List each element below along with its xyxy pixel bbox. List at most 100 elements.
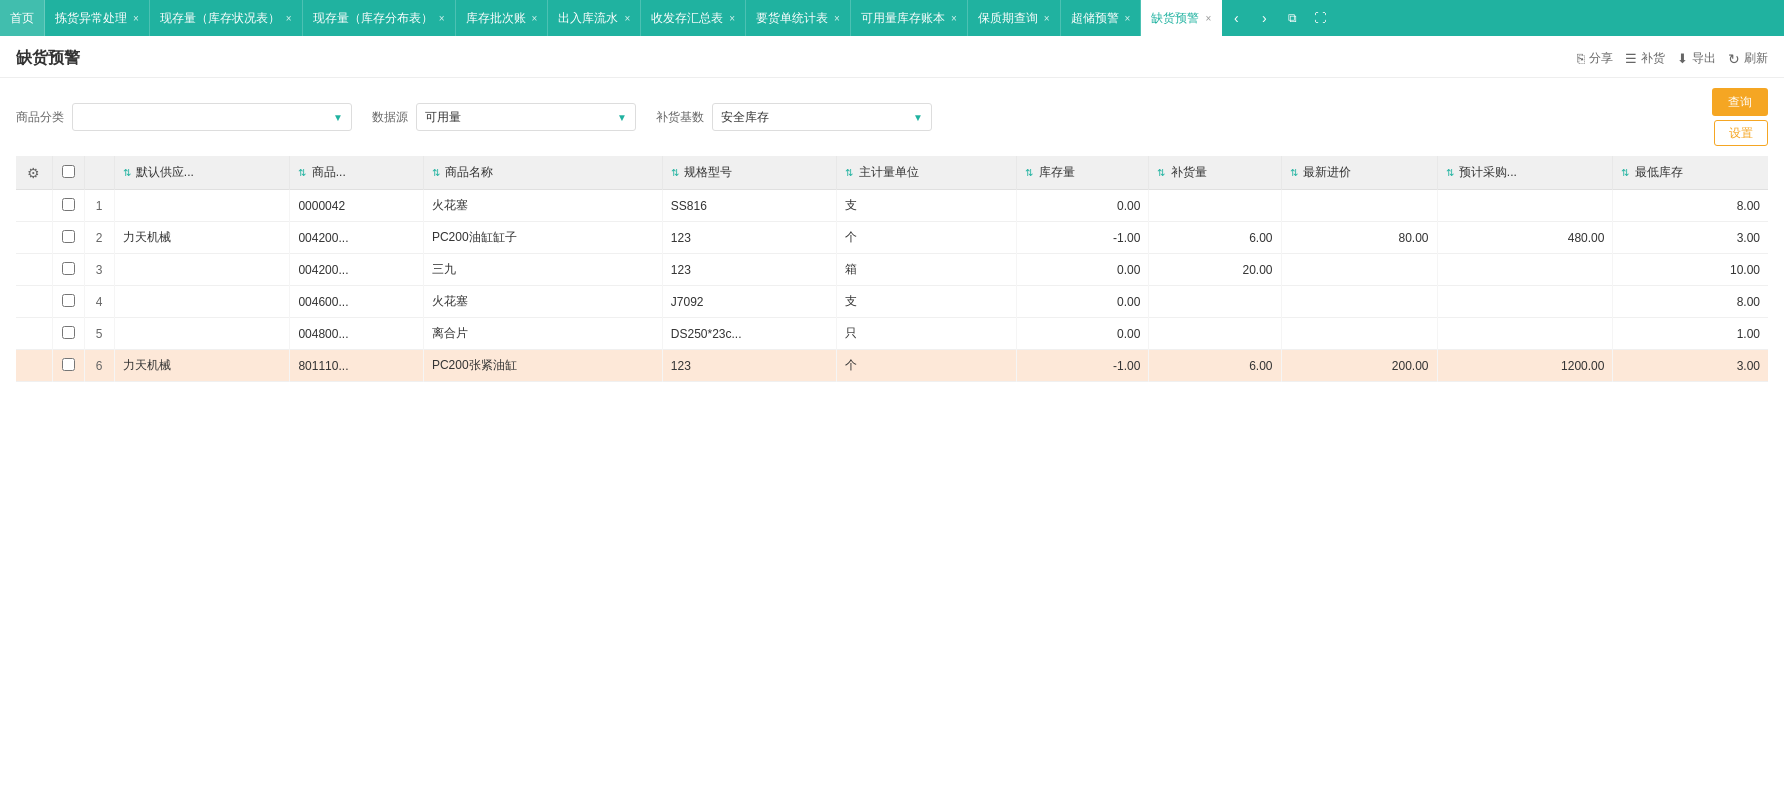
row-supplier-5: 力天机械 <box>114 350 290 382</box>
row-goods-code-4: 004800... <box>290 318 423 350</box>
tab-stock-dist[interactable]: 现存量（库存分布表） × <box>303 0 456 36</box>
row-stock-qty-2: 0.00 <box>1017 254 1149 286</box>
col-header-replenish-qty[interactable]: ⇅ 补货量 <box>1149 156 1281 190</box>
latest-price-sort-icon: ⇅ <box>1290 167 1298 178</box>
col-header-unit[interactable]: ⇅ 主计量单位 <box>837 156 1017 190</box>
tab-stock-status[interactable]: 现存量（库存状况表） × <box>150 0 303 36</box>
select-all-checkbox[interactable] <box>62 165 75 178</box>
tab-receive-close[interactable]: × <box>729 13 735 24</box>
tab-home[interactable]: 首页 <box>0 0 45 36</box>
table-header-row: ⚙ ⇅ 默认供应... ⇅ 商品... <box>16 156 1768 190</box>
row-min-stock-4: 1.00 <box>1613 318 1768 350</box>
refresh-button[interactable]: ↻ 刷新 <box>1728 50 1768 67</box>
col-header-min-stock[interactable]: ⇅ 最低库存 <box>1613 156 1768 190</box>
tab-expiry-close[interactable]: × <box>1044 13 1050 24</box>
col-header-checkbox[interactable] <box>52 156 84 190</box>
tab-inout-close[interactable]: × <box>624 13 630 24</box>
tab-expiry-label: 保质期查询 <box>978 10 1038 27</box>
row-supplier-3 <box>114 286 290 318</box>
spec-sort-icon: ⇅ <box>671 167 679 178</box>
tab-window-btn[interactable]: ⧉ <box>1278 0 1306 36</box>
row-checkbox-0[interactable] <box>62 198 75 211</box>
col-header-goods-code[interactable]: ⇅ 商品... <box>290 156 423 190</box>
row-replenish-qty-0 <box>1149 190 1281 222</box>
col-header-goods-name[interactable]: ⇅ 商品名称 <box>423 156 662 190</box>
row-unit-0: 支 <box>837 190 1017 222</box>
row-replenish-qty-2: 20.00 <box>1149 254 1281 286</box>
header-actions: ⎘ 分享 ☰ 补货 ⬇ 导出 ↻ 刷新 <box>1577 50 1768 67</box>
tab-available-close[interactable]: × <box>951 13 957 24</box>
tab-prev-btn[interactable]: ‹ <box>1222 0 1250 36</box>
tab-order[interactable]: 要货单统计表 × <box>746 0 851 36</box>
settings-gear-icon[interactable]: ⚙ <box>27 165 40 181</box>
tab-shortage[interactable]: 缺货预警 × <box>1141 0 1222 36</box>
tab-abnormal[interactable]: 拣货异常处理 × <box>45 0 150 36</box>
category-select[interactable]: ▼ <box>72 103 352 131</box>
row-supplier-4 <box>114 318 290 350</box>
replenish-button[interactable]: ☰ 补货 <box>1625 50 1665 67</box>
row-settings-cell <box>16 350 52 382</box>
tab-available[interactable]: 可用量库存账本 × <box>851 0 968 36</box>
tab-overstock[interactable]: 超储预警 × <box>1061 0 1142 36</box>
row-checkbox-cell[interactable] <box>52 350 84 382</box>
export-button[interactable]: ⬇ 导出 <box>1677 50 1716 67</box>
tab-batch-close[interactable]: × <box>532 13 538 24</box>
tab-receive[interactable]: 收发存汇总表 × <box>641 0 746 36</box>
col-header-spec[interactable]: ⇅ 规格型号 <box>662 156 837 190</box>
tab-stock-status-close[interactable]: × <box>286 13 292 24</box>
main-content: 缺货预警 ⎘ 分享 ☰ 补货 ⬇ 导出 ↻ 刷新 <box>0 36 1784 796</box>
tab-batch[interactable]: 库存批次账 × <box>456 0 549 36</box>
tab-inout-label: 出入库流水 <box>558 10 618 27</box>
tab-receive-label: 收发存汇总表 <box>651 10 723 27</box>
tab-next-btn[interactable]: › <box>1250 0 1278 36</box>
row-checkbox-4[interactable] <box>62 326 75 339</box>
est-purchase-sort-icon: ⇅ <box>1446 167 1454 178</box>
row-settings-cell <box>16 318 52 350</box>
row-unit-5: 个 <box>837 350 1017 382</box>
share-button[interactable]: ⎘ 分享 <box>1577 50 1613 67</box>
col-header-est-purchase[interactable]: ⇅ 预计采购... <box>1437 156 1613 190</box>
row-checkbox-3[interactable] <box>62 294 75 307</box>
row-checkbox-cell[interactable] <box>52 286 84 318</box>
tab-fullscreen-btn[interactable]: ⛶ <box>1306 0 1334 36</box>
table-row: 5 004800... 离合片 DS250*23c... 只 0.00 1.00 <box>16 318 1768 350</box>
category-filter-group: 商品分类 ▼ <box>16 103 352 131</box>
tab-overstock-label: 超储预警 <box>1071 10 1119 27</box>
col-header-stock-qty[interactable]: ⇅ 库存量 <box>1017 156 1149 190</box>
table-row: 3 004200... 三九 123 箱 0.00 20.00 10.00 <box>16 254 1768 286</box>
col-header-settings[interactable]: ⚙ <box>16 156 52 190</box>
tab-overstock-close[interactable]: × <box>1125 13 1131 24</box>
row-checkbox-cell[interactable] <box>52 254 84 286</box>
row-checkbox-cell[interactable] <box>52 318 84 350</box>
query-button[interactable]: 查询 <box>1712 88 1768 116</box>
row-checkbox-cell[interactable] <box>52 190 84 222</box>
row-latest-price-0 <box>1281 190 1437 222</box>
row-spec-5: 123 <box>662 350 837 382</box>
filter-actions: 查询 设置 <box>1712 88 1768 146</box>
row-checkbox-1[interactable] <box>62 230 75 243</box>
row-supplier-1: 力天机械 <box>114 222 290 254</box>
col-header-latest-price[interactable]: ⇅ 最新进价 <box>1281 156 1437 190</box>
row-settings-cell <box>16 222 52 254</box>
row-goods-code-0: 0000042 <box>290 190 423 222</box>
tab-stock-dist-label: 现存量（库存分布表） <box>313 10 433 27</box>
datasource-select[interactable]: 可用量 ▼ <box>416 103 636 131</box>
tab-inout[interactable]: 出入库流水 × <box>548 0 641 36</box>
page-title: 缺货预警 <box>16 48 80 69</box>
datasource-value: 可用量 <box>425 109 461 126</box>
row-est-purchase-4 <box>1437 318 1613 350</box>
replenish-select[interactable]: 安全库存 ▼ <box>712 103 932 131</box>
row-checkbox-cell[interactable] <box>52 222 84 254</box>
category-arrow-icon: ▼ <box>333 112 343 123</box>
tab-abnormal-close[interactable]: × <box>133 13 139 24</box>
col-header-supplier[interactable]: ⇅ 默认供应... <box>114 156 290 190</box>
settings-button[interactable]: 设置 <box>1714 120 1768 146</box>
row-settings-cell <box>16 286 52 318</box>
row-checkbox-5[interactable] <box>62 358 75 371</box>
tab-shortage-close[interactable]: × <box>1205 13 1211 24</box>
row-checkbox-2[interactable] <box>62 262 75 275</box>
tab-order-close[interactable]: × <box>834 13 840 24</box>
tab-stock-dist-close[interactable]: × <box>439 13 445 24</box>
tab-shortage-label: 缺货预警 <box>1151 10 1199 27</box>
tab-expiry[interactable]: 保质期查询 × <box>968 0 1061 36</box>
